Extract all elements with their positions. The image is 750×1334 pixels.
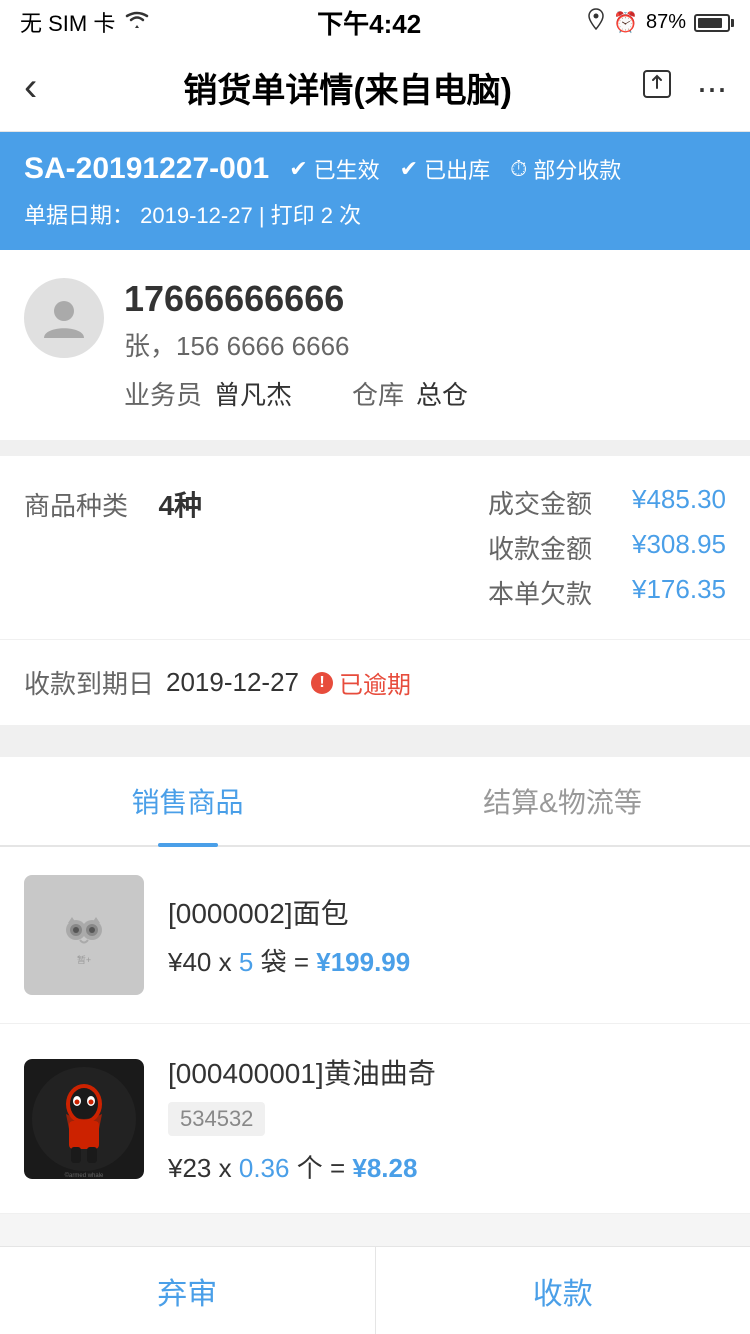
- product-price-1: ¥40 x 5 袋 = ¥199.99: [168, 942, 726, 979]
- nav-bar: ‹ 销货单详情(来自电脑) ···: [0, 44, 750, 132]
- reject-button[interactable]: 弃审: [0, 1247, 376, 1334]
- products-list: 暂+ [0000002]面包 ¥40 x 5 袋 = ¥199.99: [0, 847, 750, 1214]
- overdue-icon: !: [311, 672, 333, 694]
- divider-2: [0, 725, 750, 741]
- order-date: 单据日期： 2019-12-27 | 打印 2 次: [24, 198, 726, 230]
- warehouse-label: 仓库: [352, 375, 404, 412]
- status-partial: ⏱ 部分收款: [510, 153, 621, 185]
- carrier-text: 无 SIM 卡: [20, 6, 115, 38]
- product-tabs: 销售商品 结算&物流等: [0, 757, 750, 847]
- page-title: 销货单详情(来自电脑): [53, 63, 642, 112]
- order-header: SA-20191227-001 ✔ 已生效 ✔ 已出库 ⏱ 部分收款 单据日期：…: [0, 132, 750, 250]
- back-button[interactable]: ‹: [24, 65, 37, 110]
- tab-products[interactable]: 销售商品: [0, 757, 375, 845]
- wifi-icon: [123, 9, 151, 35]
- tab-settlement[interactable]: 结算&物流等: [375, 757, 750, 845]
- overdue-badge: ! 已逾期: [311, 665, 411, 700]
- transaction-row: 成交金额 ¥485.30: [488, 484, 726, 521]
- product-name-1: [0000002]面包: [168, 892, 726, 932]
- more-button[interactable]: ···: [696, 67, 726, 109]
- product-total-1: ¥199.99: [316, 947, 410, 977]
- sales-info: 业务员 曾凡杰: [124, 375, 292, 412]
- status-carrier: 无 SIM 卡: [20, 6, 151, 38]
- tabs-section: 销售商品 结算&物流等: [0, 741, 750, 847]
- sales-value: 曾凡杰: [214, 375, 292, 412]
- status-shipped: ✔ 已出库: [400, 153, 490, 185]
- nav-actions: ···: [642, 67, 726, 109]
- status-bar: 无 SIM 卡 下午4:42 ⏰ 87%: [0, 0, 750, 44]
- share-button[interactable]: [642, 69, 672, 107]
- product-qty-2: 0.36: [239, 1153, 290, 1183]
- financial-stats: 成交金额 ¥485.30 收款金额 ¥308.95 本单欠款 ¥176.35: [488, 484, 726, 611]
- product-info-2: [000400001]黄油曲奇 534532 ¥23 x 0.36 个 = ¥8…: [168, 1052, 726, 1185]
- customer-id: 17666666666: [124, 278, 726, 320]
- customer-section: 17666666666 张，156 6666 6666 业务员 曾凡杰 仓库 总…: [0, 250, 750, 440]
- stats-section: 商品种类 4种 成交金额 ¥485.30 收款金额 ¥308.95 本单欠款 ¥…: [0, 456, 750, 639]
- product-item: ©armed whale [000400001]黄油曲奇 534532 ¥23 …: [0, 1024, 750, 1214]
- product-qty-1: 5: [239, 947, 253, 977]
- due-section: 收款到期日 2019-12-27 ! 已逾期: [0, 639, 750, 725]
- customer-avatar: [24, 278, 104, 358]
- check-icon-1: ✔: [289, 156, 307, 182]
- clock-icon: ⏱: [510, 156, 527, 182]
- warehouse-info: 仓库 总仓: [352, 375, 468, 412]
- sales-label: 业务员: [124, 375, 202, 412]
- battery-percent: 87%: [646, 11, 686, 34]
- customer-meta: 业务员 曾凡杰 仓库 总仓: [124, 375, 726, 412]
- owed-row: 本单欠款 ¥176.35: [488, 574, 726, 611]
- divider-1: [0, 440, 750, 456]
- order-id: SA-20191227-001: [24, 152, 269, 186]
- product-info-1: [0000002]面包 ¥40 x 5 袋 = ¥199.99: [168, 892, 726, 979]
- received-row: 收款金额 ¥308.95: [488, 529, 726, 566]
- collect-button[interactable]: 收款: [376, 1247, 750, 1334]
- overdue-text: 已逾期: [339, 665, 411, 700]
- product-item: 暂+ [0000002]面包 ¥40 x 5 袋 = ¥199.99: [0, 847, 750, 1024]
- warehouse-value: 总仓: [416, 375, 468, 412]
- product-total-2: ¥8.28: [352, 1153, 417, 1183]
- bottom-bar: 弃审 收款: [0, 1246, 750, 1334]
- customer-name: 张，156 6666 6666: [124, 326, 726, 363]
- location-icon: [587, 8, 605, 36]
- product-sku-2: 534532: [168, 1102, 265, 1136]
- due-date: 2019-12-27: [166, 667, 299, 698]
- alarm-icon: ⏰: [613, 10, 638, 35]
- status-active: ✔ 已生效: [289, 153, 379, 185]
- category-stats: 商品种类 4种: [24, 484, 202, 611]
- product-thumbnail-1: 暂+: [24, 875, 144, 995]
- product-name-2: [000400001]黄油曲奇: [168, 1052, 726, 1092]
- status-right: ⏰ 87%: [587, 8, 730, 36]
- svg-text:暂+: 暂+: [77, 954, 91, 965]
- check-icon-2: ✔: [400, 156, 418, 182]
- customer-info: 17666666666 张，156 6666 6666 业务员 曾凡杰 仓库 总…: [124, 278, 726, 412]
- battery-icon: [694, 11, 730, 34]
- product-thumbnail-2: ©armed whale: [24, 1059, 144, 1179]
- product-price-2: ¥23 x 0.36 个 = ¥8.28: [168, 1148, 726, 1185]
- status-time: 下午4:42: [317, 4, 421, 41]
- due-label: 收款到期日: [24, 664, 154, 701]
- svg-text:©armed whale: ©armed whale: [65, 1172, 104, 1179]
